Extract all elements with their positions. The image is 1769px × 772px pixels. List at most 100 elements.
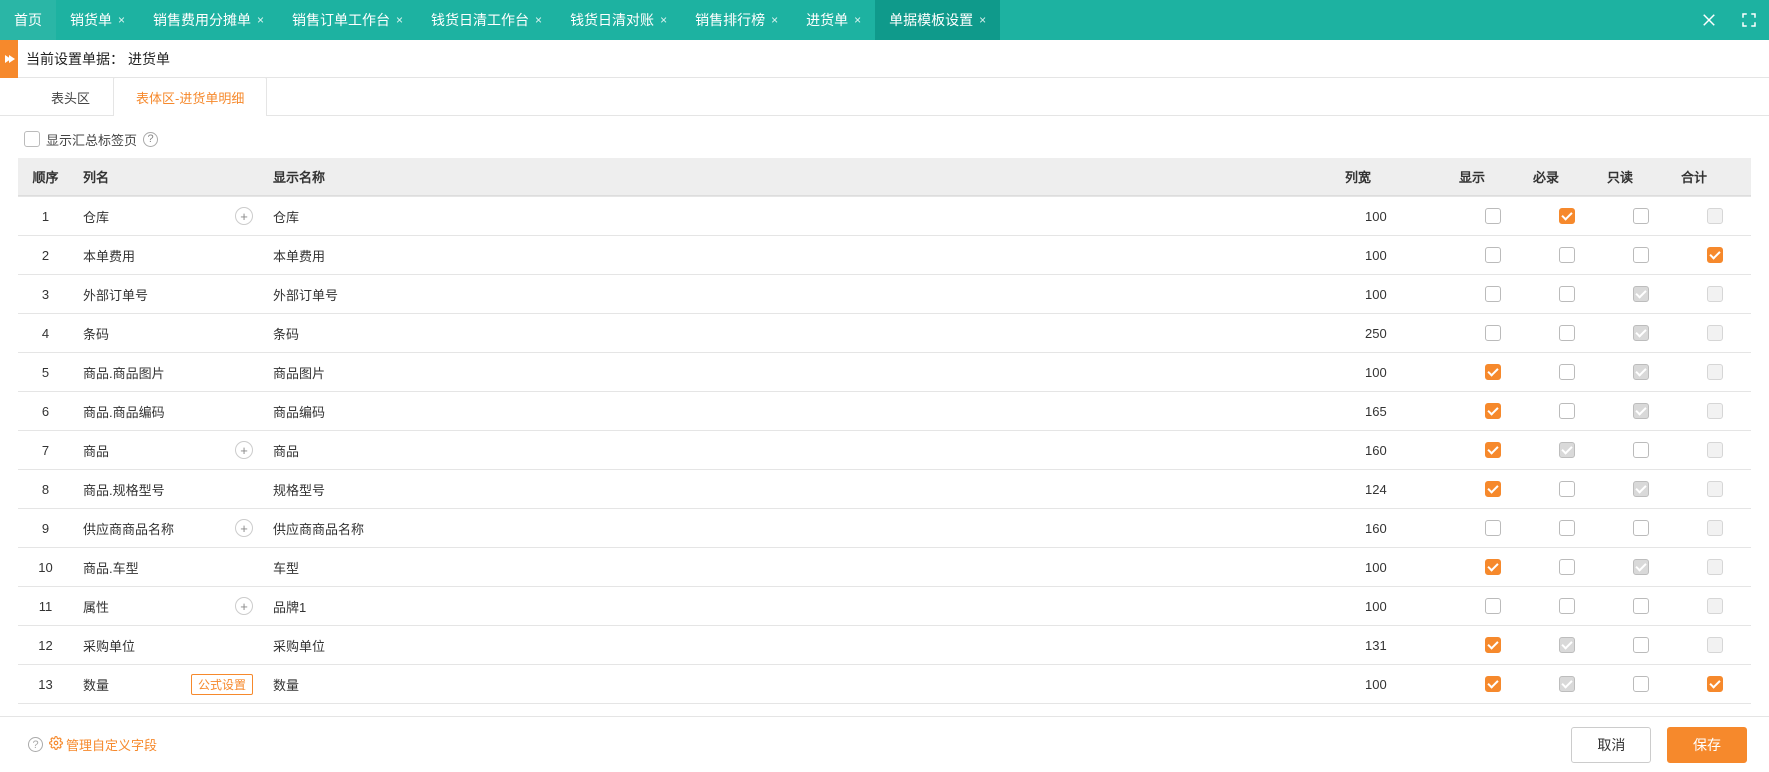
chk-show[interactable] <box>1485 481 1501 497</box>
row-display-name[interactable]: 仓库 <box>263 196 1355 235</box>
chk-readonly[interactable] <box>1633 637 1649 653</box>
table-row[interactable]: 13数量公式设置数量100 <box>18 664 1751 703</box>
row-display-name[interactable]: 商品 <box>263 430 1355 469</box>
row-display-name[interactable]: 车型 <box>263 547 1355 586</box>
chk-readonly[interactable] <box>1633 676 1649 692</box>
chk-required[interactable] <box>1559 325 1575 341</box>
table-row[interactable]: 9供应商商品名称+供应商商品名称160 <box>18 508 1751 547</box>
close-icon[interactable]: × <box>396 13 403 27</box>
expand-icon[interactable]: + <box>235 441 253 459</box>
table-row[interactable]: 10商品.车型车型100 <box>18 547 1751 586</box>
table-row[interactable]: 8商品.规格型号规格型号124 <box>18 469 1751 508</box>
tab-7[interactable]: 进货单× <box>792 0 875 40</box>
expand-icon[interactable]: + <box>235 597 253 615</box>
row-width[interactable]: 100 <box>1355 703 1455 708</box>
close-icon[interactable]: × <box>535 13 542 27</box>
chk-required[interactable] <box>1559 481 1575 497</box>
close-icon[interactable]: × <box>118 13 125 27</box>
table-body-scroll[interactable]: 1仓库+仓库1002本单费用本单费用1003外部订单号外部订单号1004条码条码… <box>18 196 1751 708</box>
chk-readonly[interactable] <box>1633 208 1649 224</box>
tab-2[interactable]: 销售费用分摊单× <box>139 0 278 40</box>
row-display-name[interactable]: 包装数量 <box>263 703 1355 708</box>
table-row[interactable]: 2本单费用本单费用100 <box>18 235 1751 274</box>
close-icon[interactable]: × <box>257 13 264 27</box>
chk-show[interactable] <box>1485 403 1501 419</box>
chk-required[interactable] <box>1559 286 1575 302</box>
tab-1[interactable]: 销货单× <box>56 0 139 40</box>
show-summary-checkbox[interactable]: 显示汇总标签页 <box>20 128 137 150</box>
row-width[interactable]: 100 <box>1355 235 1455 274</box>
chk-show[interactable] <box>1485 286 1501 302</box>
manage-custom-fields-link[interactable]: 管理自定义字段 <box>49 735 157 754</box>
expand-icon[interactable]: + <box>235 207 253 225</box>
close-icon[interactable]: × <box>854 13 861 27</box>
section-tab-1[interactable]: 表体区-进货单明细 <box>113 77 267 116</box>
save-button[interactable]: 保存 <box>1667 727 1747 763</box>
row-display-name[interactable]: 条码 <box>263 313 1355 352</box>
chk-show[interactable] <box>1485 598 1501 614</box>
chk-required[interactable] <box>1559 559 1575 575</box>
chk-readonly[interactable] <box>1633 598 1649 614</box>
row-display-name[interactable]: 供应商商品名称 <box>263 508 1355 547</box>
section-tab-0[interactable]: 表头区 <box>28 77 113 116</box>
table-row[interactable]: 6商品.商品编码商品编码165 <box>18 391 1751 430</box>
chk-readonly[interactable] <box>1633 520 1649 536</box>
chk-readonly[interactable] <box>1633 247 1649 263</box>
row-display-name[interactable]: 采购单位 <box>263 625 1355 664</box>
row-width[interactable]: 124 <box>1355 469 1455 508</box>
chk-required[interactable] <box>1559 208 1575 224</box>
close-all-tabs-icon[interactable] <box>1689 0 1729 40</box>
chk-required[interactable] <box>1559 520 1575 536</box>
table-row[interactable]: 3外部订单号外部订单号100 <box>18 274 1751 313</box>
chk-show[interactable] <box>1485 637 1501 653</box>
table-row[interactable]: 11属性+品牌1100 <box>18 586 1751 625</box>
chk-show[interactable] <box>1485 442 1501 458</box>
tab-5[interactable]: 钱货日清对账× <box>556 0 681 40</box>
chk-required[interactable] <box>1559 403 1575 419</box>
close-icon[interactable]: × <box>771 13 778 27</box>
show-summary-checkbox-input[interactable] <box>24 131 40 147</box>
row-width[interactable]: 100 <box>1355 352 1455 391</box>
row-display-name[interactable]: 商品编码 <box>263 391 1355 430</box>
table-row[interactable]: 12采购单位采购单位131 <box>18 625 1751 664</box>
row-display-name[interactable]: 本单费用 <box>263 235 1355 274</box>
chk-show[interactable] <box>1485 247 1501 263</box>
chk-required[interactable] <box>1559 598 1575 614</box>
expand-icon[interactable]: + <box>235 519 253 537</box>
collapse-panel-button[interactable] <box>0 40 18 78</box>
row-display-name[interactable]: 规格型号 <box>263 469 1355 508</box>
row-width[interactable]: 100 <box>1355 196 1455 235</box>
table-row[interactable]: 1仓库+仓库100 <box>18 196 1751 235</box>
help-icon[interactable]: ? <box>143 132 158 147</box>
row-display-name[interactable]: 品牌1 <box>263 586 1355 625</box>
row-width[interactable]: 165 <box>1355 391 1455 430</box>
row-width[interactable]: 100 <box>1355 664 1455 703</box>
fullscreen-icon[interactable] <box>1729 0 1769 40</box>
chk-readonly[interactable] <box>1633 442 1649 458</box>
tab-8[interactable]: 单据模板设置× <box>875 0 1000 40</box>
row-width[interactable]: 100 <box>1355 274 1455 313</box>
tab-0[interactable]: 首页 <box>0 0 56 40</box>
chk-show[interactable] <box>1485 208 1501 224</box>
row-width[interactable]: 160 <box>1355 508 1455 547</box>
close-icon[interactable]: × <box>979 13 986 27</box>
row-width[interactable]: 160 <box>1355 430 1455 469</box>
table-row[interactable]: 5商品.商品图片商品图片100 <box>18 352 1751 391</box>
chk-total[interactable] <box>1707 676 1723 692</box>
row-width[interactable]: 100 <box>1355 547 1455 586</box>
table-row[interactable]: 7商品+商品160 <box>18 430 1751 469</box>
chk-required[interactable] <box>1559 364 1575 380</box>
footer-help-icon[interactable]: ? <box>28 737 43 752</box>
row-display-name[interactable]: 外部订单号 <box>263 274 1355 313</box>
cancel-button[interactable]: 取消 <box>1571 727 1651 763</box>
chk-show[interactable] <box>1485 325 1501 341</box>
tab-6[interactable]: 销售排行榜× <box>681 0 792 40</box>
row-width[interactable]: 100 <box>1355 586 1455 625</box>
row-display-name[interactable]: 数量 <box>263 664 1355 703</box>
formula-button[interactable]: 公式设置 <box>191 674 253 695</box>
chk-show[interactable] <box>1485 364 1501 380</box>
chk-show[interactable] <box>1485 676 1501 692</box>
row-width[interactable]: 250 <box>1355 313 1455 352</box>
close-icon[interactable]: × <box>660 13 667 27</box>
tab-4[interactable]: 钱货日清工作台× <box>417 0 556 40</box>
